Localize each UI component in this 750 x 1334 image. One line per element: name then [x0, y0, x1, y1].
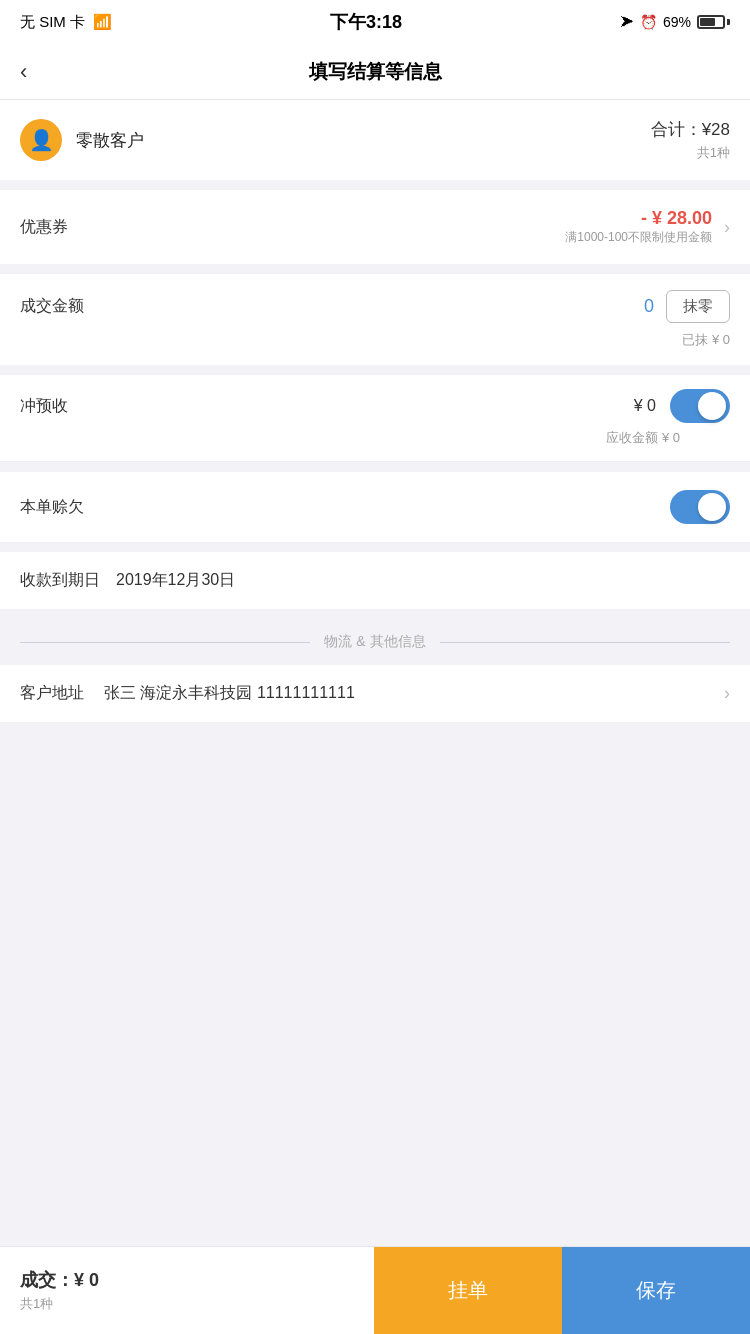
- debt-toggle-knob: [698, 493, 726, 521]
- total-price: 合计：¥28: [651, 118, 730, 141]
- coupon-chevron: ›: [724, 217, 730, 238]
- nav-bar: ‹ 填写结算等信息: [0, 44, 750, 100]
- address-right: ›: [716, 683, 730, 704]
- status-bar: 无 SIM 卡 📶 下午3:18 ⮞ ⏰ 69%: [0, 0, 750, 44]
- back-button[interactable]: ‹: [20, 59, 27, 85]
- logistics-text: 物流 & 其他信息: [310, 633, 439, 651]
- deal-amount-row: 成交金额 0 抹零: [0, 274, 750, 331]
- customer-row: 👤 零散客户 合计：¥28 共1种: [0, 100, 750, 180]
- deal-label: 成交金额: [20, 296, 84, 317]
- precollect-value: ¥ 0: [634, 397, 656, 415]
- duedate-row: 收款到期日 2019年12月30日: [20, 570, 730, 591]
- coupon-amount: - ¥ 28.00: [565, 208, 712, 229]
- customer-left: 👤 零散客户: [20, 119, 144, 161]
- content: 👤 零散客户 合计：¥28 共1种 优惠券 - ¥ 28.00 满1000-10…: [0, 100, 750, 822]
- precollect-row: 冲预收 ¥ 0: [0, 375, 750, 429]
- precollect-toggle[interactable]: [670, 389, 730, 423]
- customer-right: 合计：¥28 共1种: [651, 118, 730, 162]
- logistics-line-left: [20, 642, 310, 643]
- battery-percent: 69%: [663, 14, 691, 30]
- duedate-value: 2019年12月30日: [116, 570, 235, 591]
- address-chevron: ›: [724, 683, 730, 704]
- debt-section: 本单赊欠: [0, 472, 750, 542]
- deal-right: 0 抹零: [644, 290, 730, 323]
- logistics-divider: 物流 & 其他信息: [0, 619, 750, 665]
- debt-toggle[interactable]: [670, 490, 730, 524]
- coupon-label: 优惠券: [20, 217, 68, 238]
- coupon-desc: 满1000-100不限制使用金额: [565, 229, 712, 246]
- divider-1: [0, 264, 750, 274]
- status-left: 无 SIM 卡 📶: [20, 13, 112, 32]
- round-button[interactable]: 抹零: [666, 290, 730, 323]
- bottom-deal-value: ¥ 0: [74, 1270, 99, 1290]
- alarm-icon: ⏰: [640, 14, 657, 30]
- carrier-text: 无 SIM 卡: [20, 13, 85, 32]
- precollect-section: 冲预收 ¥ 0 应收金额 ¥ 0: [0, 375, 750, 462]
- deal-value: 0: [644, 296, 654, 317]
- deal-already: 已抹 ¥ 0: [682, 331, 730, 349]
- coupon-right: - ¥ 28.00 满1000-100不限制使用金额 ›: [565, 208, 730, 246]
- precollect-sub-row: 应收金额 ¥ 0: [0, 429, 750, 461]
- customer-name: 零散客户: [76, 129, 144, 152]
- bottom-bar: 成交：¥ 0 共1种 挂单 保存: [0, 1246, 750, 1334]
- wifi-icon: 📶: [93, 13, 112, 31]
- avatar: 👤: [20, 119, 62, 161]
- precollect-label: 冲预收: [20, 396, 68, 417]
- deal-already-row: 已抹 ¥ 0: [0, 331, 750, 365]
- total-count: 共1种: [651, 144, 730, 162]
- address-label: 客户地址: [20, 683, 84, 704]
- deal-amount-section: 成交金额 0 抹零 已抹 ¥ 0: [0, 274, 750, 365]
- page-title: 填写结算等信息: [309, 59, 442, 85]
- status-right: ⮞ ⏰ 69%: [620, 14, 730, 30]
- divider-2: [0, 462, 750, 472]
- address-value: 张三 海淀永丰科技园 11111111111: [104, 683, 716, 704]
- toggle-knob: [698, 392, 726, 420]
- hangup-button[interactable]: 挂单: [374, 1247, 562, 1335]
- debt-label: 本单赊欠: [20, 497, 84, 518]
- bottom-count: 共1种: [20, 1295, 354, 1313]
- logistics-line-right: [440, 642, 730, 643]
- bottom-deal-label: 成交：: [20, 1270, 74, 1290]
- battery-icon: [697, 15, 730, 29]
- save-button[interactable]: 保存: [562, 1247, 750, 1335]
- precollect-sub-text: 应收金额 ¥ 0: [606, 429, 680, 447]
- location-icon: ⮞: [620, 14, 634, 30]
- bottom-deal-text: 成交：¥ 0: [20, 1268, 354, 1292]
- status-time: 下午3:18: [330, 10, 402, 34]
- duedate-section: 收款到期日 2019年12月30日: [0, 552, 750, 609]
- address-section[interactable]: 客户地址 张三 海淀永丰科技园 11111111111 ›: [0, 665, 750, 722]
- duedate-label: 收款到期日: [20, 570, 100, 591]
- coupon-row[interactable]: 优惠券 - ¥ 28.00 满1000-100不限制使用金额 ›: [0, 190, 750, 264]
- bottom-info: 成交：¥ 0 共1种: [0, 1268, 374, 1313]
